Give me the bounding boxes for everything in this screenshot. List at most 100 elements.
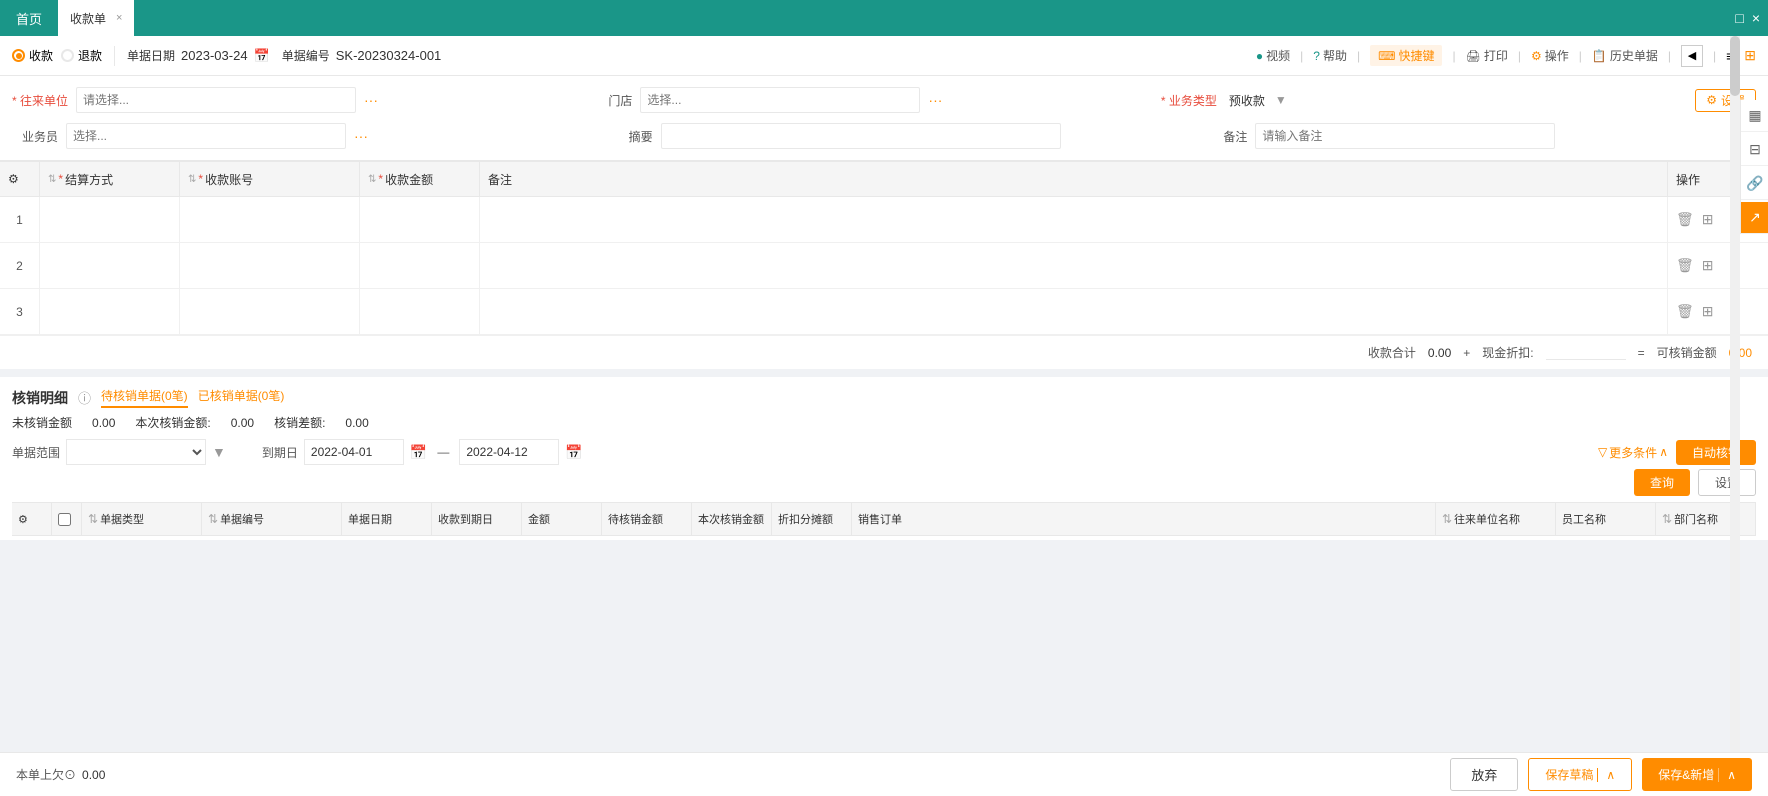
help-btn[interactable]: ? 帮助	[1313, 47, 1347, 64]
radio-refund[interactable]: 退款	[61, 47, 102, 64]
total-label: 收款合计	[1368, 344, 1416, 361]
remark-input[interactable]	[1255, 123, 1555, 149]
row-3-delete-icon[interactable]: 🗑	[1676, 303, 1694, 320]
party-input[interactable]	[76, 87, 356, 113]
date-to-cal-icon[interactable]: 📅	[565, 444, 582, 461]
sidebar-table-icon[interactable]: ▦	[1741, 100, 1768, 132]
row-2-actions: 🗑 ⊞	[1668, 243, 1768, 288]
tab-pending[interactable]: 待核销单据(0笔)	[101, 387, 188, 408]
dth-docnum: ⇅单据编号	[202, 503, 342, 535]
th-settings[interactable]: ⚙	[0, 162, 40, 196]
print-btn[interactable]: 🖨 打印	[1466, 47, 1508, 64]
detail-info-icon[interactable]: ⓘ	[78, 388, 91, 407]
dth-settings[interactable]: ⚙	[12, 503, 52, 535]
calendar-icon[interactable]: 📅	[254, 48, 270, 64]
store-input[interactable]	[640, 87, 920, 113]
operation-btn[interactable]: ⚙ 操作	[1531, 47, 1569, 64]
dth-doctype: ⇅单据类型	[82, 503, 202, 535]
row-3-remark[interactable]	[480, 289, 1668, 334]
store-dots-icon[interactable]: ···	[928, 92, 942, 108]
summary-row: 收款合计 0.00 + 现金折扣: = 可核销金额 0.00	[0, 335, 1768, 369]
sidebar-list-icon[interactable]: ⊟	[1741, 134, 1768, 166]
detail-table-header: ⚙ ⇅单据类型 ⇅单据编号 单据日期 收款到期日 金额 待核销金额 本次核销金额…	[12, 502, 1756, 536]
row-2-copy-icon[interactable]: ⊞	[1702, 257, 1714, 274]
row-1-amount[interactable]	[360, 197, 480, 242]
row-3-account[interactable]	[180, 289, 360, 334]
scroll-thumb	[1730, 36, 1740, 96]
date-to-input[interactable]	[459, 439, 559, 465]
row-1-remark[interactable]	[480, 197, 1668, 242]
dth-checkbox[interactable]	[52, 503, 82, 535]
tab-active[interactable]: 收款单 ×	[58, 0, 134, 36]
window-restore-icon[interactable]: □	[1735, 10, 1743, 26]
save-draft-caret[interactable]: ∧	[1597, 768, 1615, 782]
radio-receipt-circle	[12, 49, 25, 62]
voucher-dropdown-icon[interactable]: ▼	[212, 444, 226, 460]
sort-dth-2: ⇅	[208, 512, 218, 526]
row-2-remark[interactable]	[480, 243, 1668, 288]
select-all-checkbox[interactable]	[58, 513, 71, 526]
row-3-num: 3	[0, 289, 40, 334]
voucher-range-select[interactable]	[66, 439, 206, 465]
query-btn[interactable]: 查询	[1634, 469, 1690, 496]
summary-input[interactable]	[661, 123, 1061, 149]
video-btn[interactable]: ● 视频	[1256, 47, 1290, 64]
row-2-delete-icon[interactable]: 🗑	[1676, 257, 1694, 274]
sidebar-link-icon[interactable]: 🔗	[1741, 168, 1768, 200]
row-1-account[interactable]	[180, 197, 360, 242]
tab-close-icon[interactable]: ×	[116, 12, 122, 24]
sort-icon-3: ⇅	[368, 174, 376, 185]
auto-writeoff-btn[interactable]: 自动核销	[1676, 440, 1756, 465]
voucher-range-field: 单据范围 ▼	[12, 439, 226, 465]
row-2-account[interactable]	[180, 243, 360, 288]
biztype-arrow-icon[interactable]: ▼	[1275, 93, 1287, 107]
dth-duedate: 收款到期日	[432, 503, 522, 535]
sort-dth-1: ⇅	[88, 512, 98, 526]
staff-dots-icon[interactable]: ···	[354, 128, 368, 144]
save-new-label: 保存&新增	[1658, 766, 1714, 783]
dth-docdate: 单据日期	[342, 503, 432, 535]
party-dots-icon[interactable]: ···	[364, 92, 378, 108]
prev-page-btn[interactable]: ◀	[1681, 45, 1703, 67]
row-1-delete-icon[interactable]: 🗑	[1676, 211, 1694, 228]
detail-header: 核销明细 ⓘ 待核销单据(0笔) 已核销单据(0笔)	[12, 387, 1756, 408]
radio-refund-circle	[61, 49, 74, 62]
store-field: 门店 ···	[586, 87, 1120, 113]
row-1-payment[interactable]	[40, 197, 180, 242]
save-new-caret[interactable]: ∧	[1718, 768, 1736, 782]
form-area: * 往来单位 ··· 门店 ··· * 业务类型 预收款 ▼ ⚙ 设置 业务员 …	[0, 76, 1768, 161]
grid-icon[interactable]: ⊞	[1744, 47, 1756, 64]
save-draft-button[interactable]: 保存草稿 ∧	[1528, 758, 1632, 791]
tab-done[interactable]: 已核销单据(0笔)	[198, 387, 285, 408]
detail-setting-btn[interactable]: 设置	[1698, 469, 1756, 496]
shortcut-btn[interactable]: ⌨ 快捷键	[1370, 45, 1442, 66]
save-new-button[interactable]: 保存&新增 ∧	[1642, 758, 1752, 791]
radio-receipt[interactable]: 收款	[12, 47, 53, 64]
bottom-right: 放弃 保存草稿 ∧ 保存&新增 ∧	[1450, 758, 1752, 791]
date-range-label: 到期日	[262, 444, 298, 461]
more-conditions-btn[interactable]: ▽ 更多条件 ∧	[1598, 444, 1668, 461]
row-1-copy-icon[interactable]: ⊞	[1702, 211, 1714, 228]
row-3-copy-icon[interactable]: ⊞	[1702, 303, 1714, 320]
table-row: 1 🗑 ⊞	[0, 197, 1768, 243]
window-close-icon[interactable]: ×	[1752, 10, 1760, 26]
row-3-payment[interactable]	[40, 289, 180, 334]
row-2-payment[interactable]	[40, 243, 180, 288]
staff-field: 业务员 ···	[12, 123, 567, 149]
date-from-input[interactable]	[304, 439, 404, 465]
discount-input[interactable]	[1546, 345, 1626, 360]
required-2: *	[198, 172, 203, 186]
dth-amount: 金额	[522, 503, 602, 535]
discard-button[interactable]: 放弃	[1450, 758, 1518, 791]
docnum-value: SK-20230324-001	[336, 48, 442, 63]
main-scrollbar[interactable]	[1730, 36, 1740, 752]
row-3-amount[interactable]	[360, 289, 480, 334]
th-remark: 备注	[480, 162, 1668, 196]
history-btn[interactable]: 📋 历史单据	[1592, 47, 1658, 64]
tab-home[interactable]: 首页	[0, 0, 58, 36]
date-from-cal-icon[interactable]: 📅	[410, 444, 427, 461]
staff-input[interactable]	[66, 123, 346, 149]
row-2-amount[interactable]	[360, 243, 480, 288]
sidebar-expand-icon[interactable]: ↗	[1741, 202, 1768, 234]
net-label: 可核销金额	[1657, 344, 1717, 361]
